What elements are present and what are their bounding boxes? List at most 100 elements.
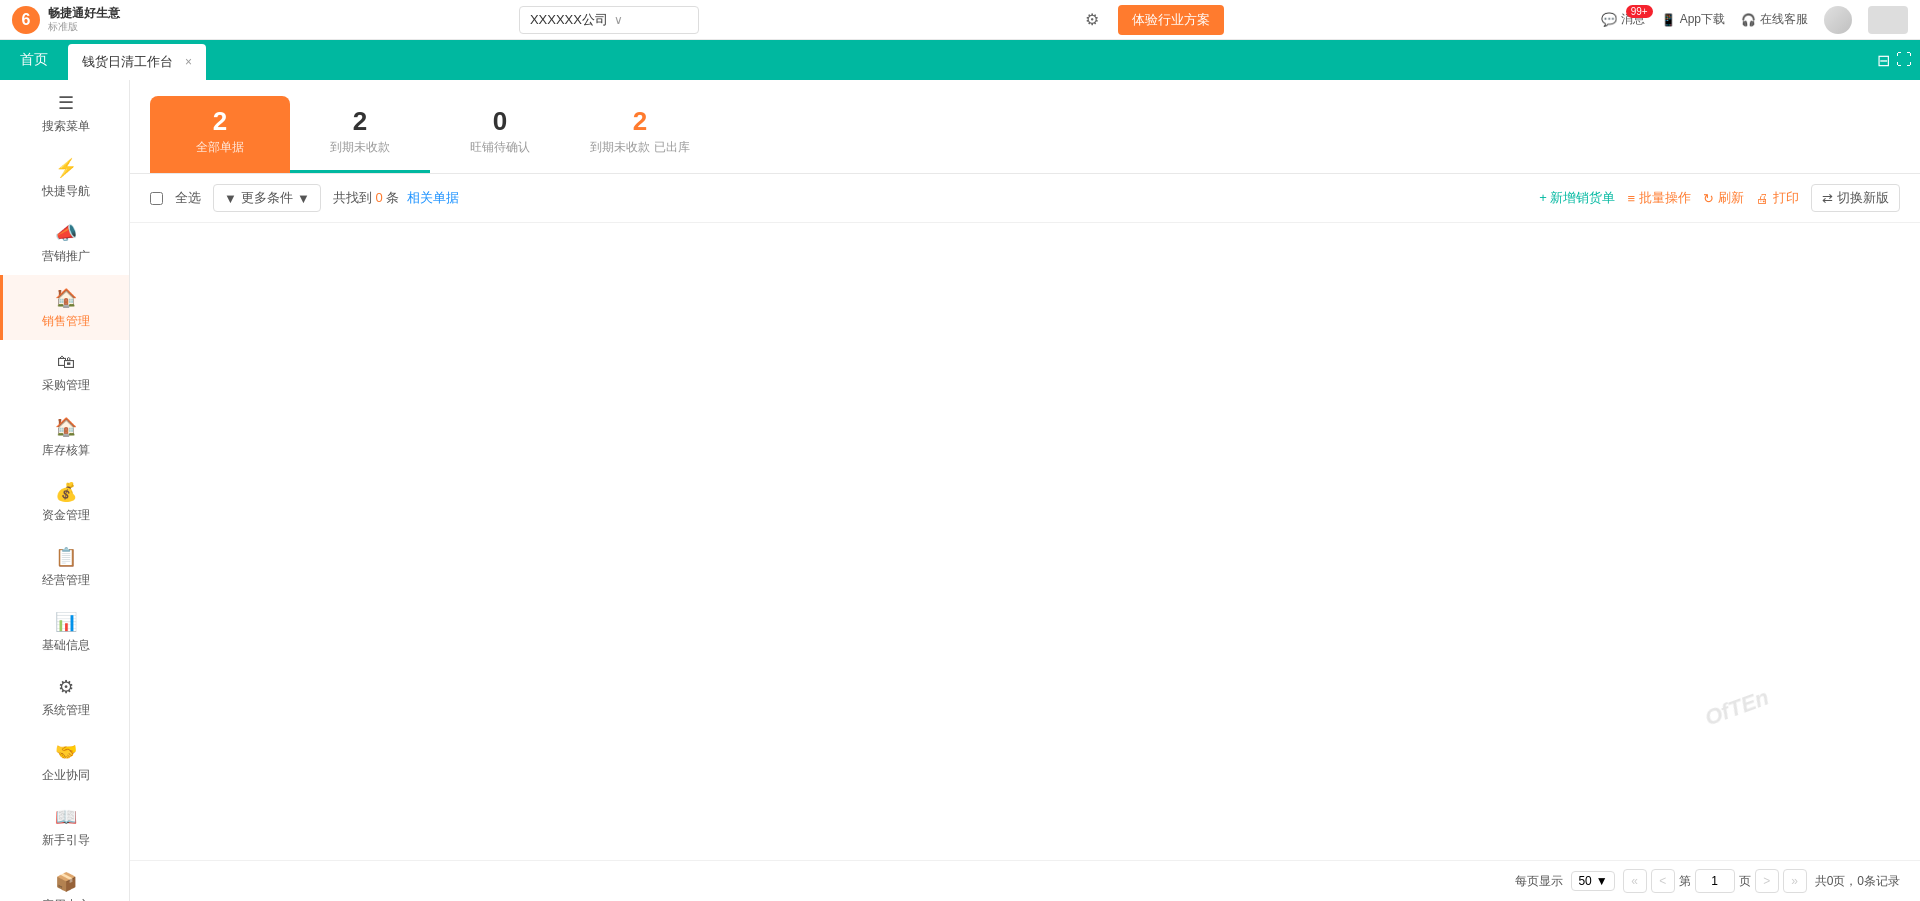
operation-icon: 📋 <box>55 546 77 568</box>
related-link[interactable]: 相关单据 <box>407 190 459 205</box>
home-tab-label: 首页 <box>20 51 48 69</box>
page-total: 共0页，0条记录 <box>1815 873 1900 890</box>
refresh-label: 刷新 <box>1718 189 1744 207</box>
sidebar-marketing-label: 营销推广 <box>42 248 90 265</box>
sidebar-inventory-label: 库存核算 <box>42 442 90 459</box>
stat-label-overdue: 到期未收款 <box>310 139 410 156</box>
tab-bar: 首页 钱货日清工作台 × ⊟ ⛶ <box>0 40 1920 80</box>
select-all-label: 全选 <box>175 189 201 207</box>
logo-icon: 6 <box>12 6 40 34</box>
sidebar-search-menu-label: 搜索菜单 <box>42 118 90 135</box>
sidebar-operation-label: 经营管理 <box>42 572 90 589</box>
sidebar-basic-info-label: 基础信息 <box>42 637 90 654</box>
sidebar-cooperation-label: 企业协同 <box>42 767 90 784</box>
message-button[interactable]: 💬 99+ 消息 <box>1601 11 1645 28</box>
toolbar: 全选 ▼ 更多条件 ▼ 共找到 0 条 相关单据 + 新增销货单 <box>130 174 1920 223</box>
found-count: 0 <box>375 190 382 205</box>
found-prefix: 共找到 <box>333 190 372 205</box>
stat-number-pending: 0 <box>450 106 550 137</box>
stat-card-pending[interactable]: 0 旺铺待确认 <box>430 96 570 173</box>
sidebar-guide-label: 新手引导 <box>42 832 90 849</box>
filter-button[interactable]: ▼ 更多条件 ▼ <box>213 184 321 212</box>
logo-main: 畅捷通好生意 <box>48 6 120 20</box>
print-button[interactable]: 🖨 打印 <box>1756 189 1799 207</box>
stat-card-shipped[interactable]: 2 到期未收款 已出库 <box>570 96 710 173</box>
sidebar-item-app-center[interactable]: 📦 应用中心 <box>0 859 129 901</box>
sidebar-item-sales[interactable]: 🏠 销售管理 <box>0 275 129 340</box>
app-download-button[interactable]: 📱 App下载 <box>1661 11 1725 28</box>
logo-sub: 标准版 <box>48 21 120 33</box>
sidebar-system-label: 系统管理 <box>42 702 90 719</box>
guide-icon: 📖 <box>55 806 77 828</box>
minimize-icon[interactable]: ⊟ <box>1877 51 1890 70</box>
search-menu-icon: ☰ <box>58 92 74 114</box>
page-size-value: 50 <box>1578 874 1591 888</box>
sidebar-finance-label: 资金管理 <box>42 507 90 524</box>
content-inner: 2 全部单据 2 到期未收款 0 旺铺待确认 2 到期未收款 已出库 <box>130 80 1920 901</box>
message-icon: 💬 <box>1601 12 1617 27</box>
expand-icon[interactable]: ⛶ <box>1896 51 1912 69</box>
header-middle: ⚙ 体验行业方案 <box>1076 4 1224 36</box>
sidebar-item-marketing[interactable]: 📣 营销推广 <box>0 210 129 275</box>
app-download-label: App下载 <box>1680 11 1725 28</box>
stat-number-shipped: 2 <box>590 106 690 137</box>
chevron-down-icon: ∨ <box>614 13 623 27</box>
sidebar-item-finance[interactable]: 💰 资金管理 <box>0 469 129 534</box>
marketing-icon: 📣 <box>55 222 77 244</box>
online-service-label: 在线客服 <box>1760 11 1808 28</box>
sidebar-item-search-menu[interactable]: ☰ 搜索菜单 <box>0 80 129 145</box>
purchase-icon: 🛍 <box>57 352 75 373</box>
page-number-input[interactable] <box>1695 869 1735 893</box>
page-size-select[interactable]: 50 ▼ <box>1571 871 1614 891</box>
filter-label: 更多条件 <box>241 189 293 207</box>
tab-active[interactable]: 钱货日清工作台 × <box>68 44 206 80</box>
trial-button[interactable]: 体验行业方案 <box>1118 5 1224 35</box>
found-text: 共找到 0 条 相关单据 <box>333 189 459 207</box>
batch-button[interactable]: ≡ 批量操作 <box>1627 189 1691 207</box>
service-icon: 🎧 <box>1741 13 1756 27</box>
company-selector[interactable]: XXXXXX公司 ∨ <box>519 6 699 34</box>
stat-card-overdue[interactable]: 2 到期未收款 <box>290 96 430 173</box>
add-order-button[interactable]: + 新增销货单 <box>1539 189 1615 207</box>
batch-icon: ≡ <box>1627 191 1635 206</box>
prev-page-button[interactable]: < <box>1651 869 1675 893</box>
refresh-button[interactable]: ↻ 刷新 <box>1703 189 1744 207</box>
refresh-icon: ↻ <box>1703 191 1714 206</box>
top-header: 6 畅捷通好生意 标准版 XXXXXX公司 ∨ ⚙ 体验行业方案 💬 99+ 消… <box>0 0 1920 40</box>
settings-button[interactable]: ⚙ <box>1076 4 1108 36</box>
sidebar-item-guide[interactable]: 📖 新手引导 <box>0 794 129 859</box>
page-unit: 页 <box>1739 873 1751 890</box>
online-service-button[interactable]: 🎧 在线客服 <box>1741 11 1808 28</box>
pagination-bar: 每页显示 50 ▼ « < 第 页 > » 共0页，0条记录 <box>130 860 1920 901</box>
sales-icon: 🏠 <box>55 287 77 309</box>
tab-close-icon[interactable]: × <box>185 55 192 69</box>
sidebar-item-basic-info[interactable]: 📊 基础信息 <box>0 599 129 664</box>
gear-icon: ⚙ <box>1085 10 1099 29</box>
sidebar-item-inventory[interactable]: 🏠 库存核算 <box>0 404 129 469</box>
filter-chevron-icon: ▼ <box>297 191 310 206</box>
logo-text: 畅捷通好生意 标准版 <box>48 6 120 32</box>
page-size-chevron-icon: ▼ <box>1596 874 1608 888</box>
tab-home[interactable]: 首页 <box>0 40 68 80</box>
switch-version-button[interactable]: ⇄ 切换新版 <box>1811 184 1900 212</box>
sidebar-item-cooperation[interactable]: 🤝 企业协同 <box>0 729 129 794</box>
app-icon: 📱 <box>1661 13 1676 27</box>
avatar[interactable] <box>1824 6 1852 34</box>
stat-card-all[interactable]: 2 全部单据 <box>150 96 290 173</box>
sidebar-quick-nav-label: 快捷导航 <box>42 183 90 200</box>
header-right: 💬 99+ 消息 📱 App下载 🎧 在线客服 <box>1601 6 1908 34</box>
first-page-button[interactable]: « <box>1623 869 1647 893</box>
next-page-button[interactable]: > <box>1755 869 1779 893</box>
batch-label: 批量操作 <box>1639 189 1691 207</box>
sidebar-sales-label: 销售管理 <box>42 313 90 330</box>
sidebar-purchase-label: 采购管理 <box>42 377 90 394</box>
sidebar-item-operation[interactable]: 📋 经营管理 <box>0 534 129 599</box>
sidebar-item-quick-nav[interactable]: ⚡ 快捷导航 <box>0 145 129 210</box>
select-all-checkbox[interactable] <box>150 192 163 205</box>
stat-number-overdue: 2 <box>310 106 410 137</box>
active-tab-label: 钱货日清工作台 <box>82 53 173 71</box>
sidebar-item-system[interactable]: ⚙ 系统管理 <box>0 664 129 729</box>
last-page-button[interactable]: » <box>1783 869 1807 893</box>
stats-row: 2 全部单据 2 到期未收款 0 旺铺待确认 2 到期未收款 已出库 <box>130 80 1920 174</box>
sidebar-item-purchase[interactable]: 🛍 采购管理 <box>0 340 129 404</box>
